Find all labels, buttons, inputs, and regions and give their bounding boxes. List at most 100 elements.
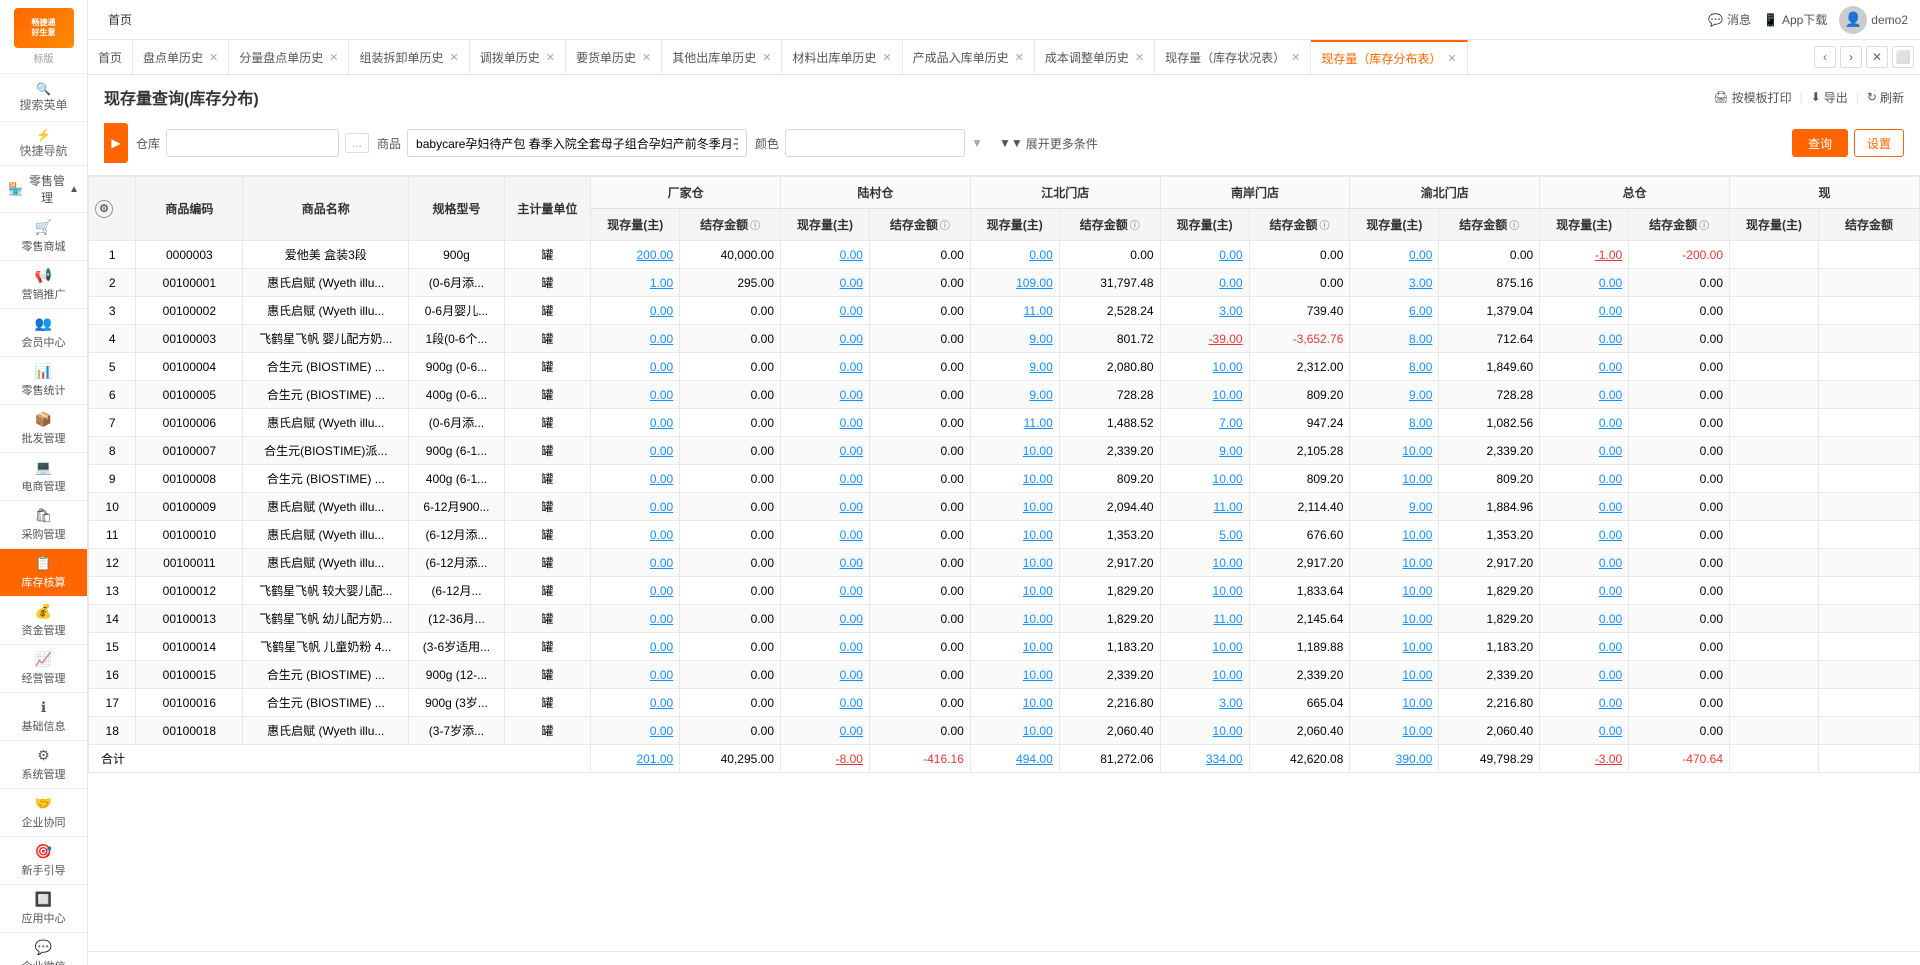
tab-close-5[interactable]: ✕ bbox=[642, 51, 651, 64]
warehouse-more-btn[interactable]: ... bbox=[345, 133, 369, 153]
tab-0[interactable]: 首页 bbox=[88, 40, 133, 74]
row-lc-qty[interactable]: 0.00 bbox=[781, 269, 870, 297]
row-total-qty[interactable]: 0.00 bbox=[1540, 437, 1629, 465]
row-na-qty[interactable]: 10.00 bbox=[1160, 577, 1249, 605]
color-input[interactable] bbox=[785, 129, 965, 157]
row-jb-qty[interactable]: 10.00 bbox=[970, 465, 1059, 493]
row-total-qty[interactable]: 0.00 bbox=[1540, 661, 1629, 689]
query-button[interactable]: 查询 bbox=[1792, 129, 1848, 157]
row-total-qty[interactable]: 0.00 bbox=[1540, 381, 1629, 409]
row-factory-qty[interactable]: 0.00 bbox=[591, 605, 680, 633]
tab-3[interactable]: 组装拆卸单历史✕ bbox=[349, 40, 469, 74]
row-lc-qty[interactable]: 0.00 bbox=[781, 409, 870, 437]
row-factory-qty[interactable]: 0.00 bbox=[591, 437, 680, 465]
row-na-qty[interactable]: 10.00 bbox=[1160, 353, 1249, 381]
row-lc-qty[interactable]: 0.00 bbox=[781, 689, 870, 717]
row-jb-qty[interactable]: 10.00 bbox=[970, 437, 1059, 465]
row-jb-qty[interactable]: 109.00 bbox=[970, 269, 1059, 297]
warehouse-input[interactable] bbox=[166, 129, 339, 157]
row-yb-qty[interactable]: 8.00 bbox=[1350, 353, 1439, 381]
row-total-qty[interactable]: -1.00 bbox=[1540, 241, 1629, 269]
row-lc-qty[interactable]: 0.00 bbox=[781, 661, 870, 689]
row-lc-qty[interactable]: 0.00 bbox=[781, 605, 870, 633]
row-jb-qty[interactable]: 9.00 bbox=[970, 381, 1059, 409]
row-jb-qty[interactable]: 9.00 bbox=[970, 353, 1059, 381]
row-na-qty[interactable]: 11.00 bbox=[1160, 493, 1249, 521]
tab-close-2[interactable]: ✕ bbox=[329, 51, 338, 64]
row-factory-qty[interactable]: 0.00 bbox=[591, 493, 680, 521]
tab-1[interactable]: 盘点单历史✕ bbox=[133, 40, 229, 74]
row-jb-qty[interactable]: 10.00 bbox=[970, 493, 1059, 521]
row-total-qty[interactable]: 0.00 bbox=[1540, 717, 1629, 745]
tab-close-8[interactable]: ✕ bbox=[1015, 51, 1024, 64]
table-settings-icon[interactable]: ⚙ bbox=[95, 200, 113, 218]
sidebar-item-12[interactable]: 🤝企业协同 bbox=[0, 789, 87, 837]
row-yb-qty[interactable]: 10.00 bbox=[1350, 633, 1439, 661]
row-lc-qty[interactable]: 0.00 bbox=[781, 549, 870, 577]
tab-close-6[interactable]: ✕ bbox=[762, 51, 771, 64]
row-yb-qty[interactable]: 0.00 bbox=[1350, 241, 1439, 269]
message-btn[interactable]: 💬 消息 bbox=[1708, 11, 1751, 28]
row-yb-qty[interactable]: 3.00 bbox=[1350, 269, 1439, 297]
sidebar-item-4[interactable]: 📦批发管理 bbox=[0, 405, 87, 453]
sidebar-item-0[interactable]: 🛒零售商城 bbox=[0, 213, 87, 261]
nav-home[interactable]: 首页 bbox=[100, 7, 140, 32]
row-lc-qty[interactable]: 0.00 bbox=[781, 353, 870, 381]
total-amt-info-icon[interactable]: ⓘ bbox=[1699, 221, 1709, 232]
row-yb-qty[interactable]: 9.00 bbox=[1350, 381, 1439, 409]
row-factory-qty[interactable]: 0.00 bbox=[591, 521, 680, 549]
row-yb-qty[interactable]: 10.00 bbox=[1350, 437, 1439, 465]
row-yb-qty[interactable]: 10.00 bbox=[1350, 465, 1439, 493]
row-factory-qty[interactable]: 0.00 bbox=[591, 325, 680, 353]
tab-6[interactable]: 其他出库单历史✕ bbox=[662, 40, 782, 74]
tab-close-7[interactable]: ✕ bbox=[882, 51, 891, 64]
factory-amt-info-icon[interactable]: ⓘ bbox=[750, 221, 760, 232]
total-yb-qty[interactable]: 390.00 bbox=[1350, 745, 1439, 773]
row-yb-qty[interactable]: 10.00 bbox=[1350, 549, 1439, 577]
row-total-qty[interactable]: 0.00 bbox=[1540, 633, 1629, 661]
row-total-qty[interactable]: 0.00 bbox=[1540, 689, 1629, 717]
row-jb-qty[interactable]: 0.00 bbox=[970, 241, 1059, 269]
row-jb-qty[interactable]: 10.00 bbox=[970, 577, 1059, 605]
row-na-qty[interactable]: -39.00 bbox=[1160, 325, 1249, 353]
row-jb-qty[interactable]: 11.00 bbox=[970, 297, 1059, 325]
tab-2[interactable]: 分量盘点单历史✕ bbox=[229, 40, 349, 74]
tab-close-10[interactable]: ✕ bbox=[1291, 51, 1300, 64]
row-na-qty[interactable]: 10.00 bbox=[1160, 381, 1249, 409]
row-jb-qty[interactable]: 10.00 bbox=[970, 689, 1059, 717]
row-yb-qty[interactable]: 10.00 bbox=[1350, 661, 1439, 689]
row-jb-qty[interactable]: 10.00 bbox=[970, 633, 1059, 661]
total-total-qty[interactable]: -3.00 bbox=[1540, 745, 1629, 773]
row-na-qty[interactable]: 10.00 bbox=[1160, 465, 1249, 493]
row-lc-qty[interactable]: 0.00 bbox=[781, 633, 870, 661]
row-lc-qty[interactable]: 0.00 bbox=[781, 521, 870, 549]
na-amt-info-icon[interactable]: ⓘ bbox=[1320, 221, 1330, 232]
row-yb-qty[interactable]: 8.00 bbox=[1350, 325, 1439, 353]
row-factory-qty[interactable]: 0.00 bbox=[591, 409, 680, 437]
sidebar-item-retail-mgmt[interactable]: 🏪 零售管理 ▲ bbox=[0, 166, 87, 213]
sidebar-search-english[interactable]: 🔍 搜索英单 bbox=[0, 74, 87, 122]
row-lc-qty[interactable]: 0.00 bbox=[781, 437, 870, 465]
sidebar-quick-nav[interactable]: ⚡ 快捷导航 bbox=[0, 122, 87, 166]
row-jb-qty[interactable]: 10.00 bbox=[970, 549, 1059, 577]
row-na-qty[interactable]: 9.00 bbox=[1160, 437, 1249, 465]
row-total-qty[interactable]: 0.00 bbox=[1540, 605, 1629, 633]
tab-9[interactable]: 成本调整单历史✕ bbox=[1035, 40, 1155, 74]
row-total-qty[interactable]: 0.00 bbox=[1540, 521, 1629, 549]
row-yb-qty[interactable]: 10.00 bbox=[1350, 521, 1439, 549]
tab-close-1[interactable]: ✕ bbox=[209, 51, 218, 64]
row-jb-qty[interactable]: 11.00 bbox=[970, 409, 1059, 437]
row-factory-qty[interactable]: 0.00 bbox=[591, 577, 680, 605]
tab-close-3[interactable]: ✕ bbox=[450, 51, 459, 64]
sidebar-item-14[interactable]: 🔲应用中心 bbox=[0, 885, 87, 933]
row-factory-qty[interactable]: 0.00 bbox=[591, 717, 680, 745]
row-factory-qty[interactable]: 0.00 bbox=[591, 661, 680, 689]
total-factory-qty[interactable]: 201.00 bbox=[591, 745, 680, 773]
tab-11[interactable]: 现存量（库存分布表）✕ bbox=[1311, 40, 1467, 74]
row-lc-qty[interactable]: 0.00 bbox=[781, 325, 870, 353]
row-na-qty[interactable]: 11.00 bbox=[1160, 605, 1249, 633]
total-lc-qty[interactable]: -8.00 bbox=[781, 745, 870, 773]
row-jb-qty[interactable]: 10.00 bbox=[970, 661, 1059, 689]
jb-amt-info-icon[interactable]: ⓘ bbox=[1130, 221, 1140, 232]
row-na-qty[interactable]: 5.00 bbox=[1160, 521, 1249, 549]
